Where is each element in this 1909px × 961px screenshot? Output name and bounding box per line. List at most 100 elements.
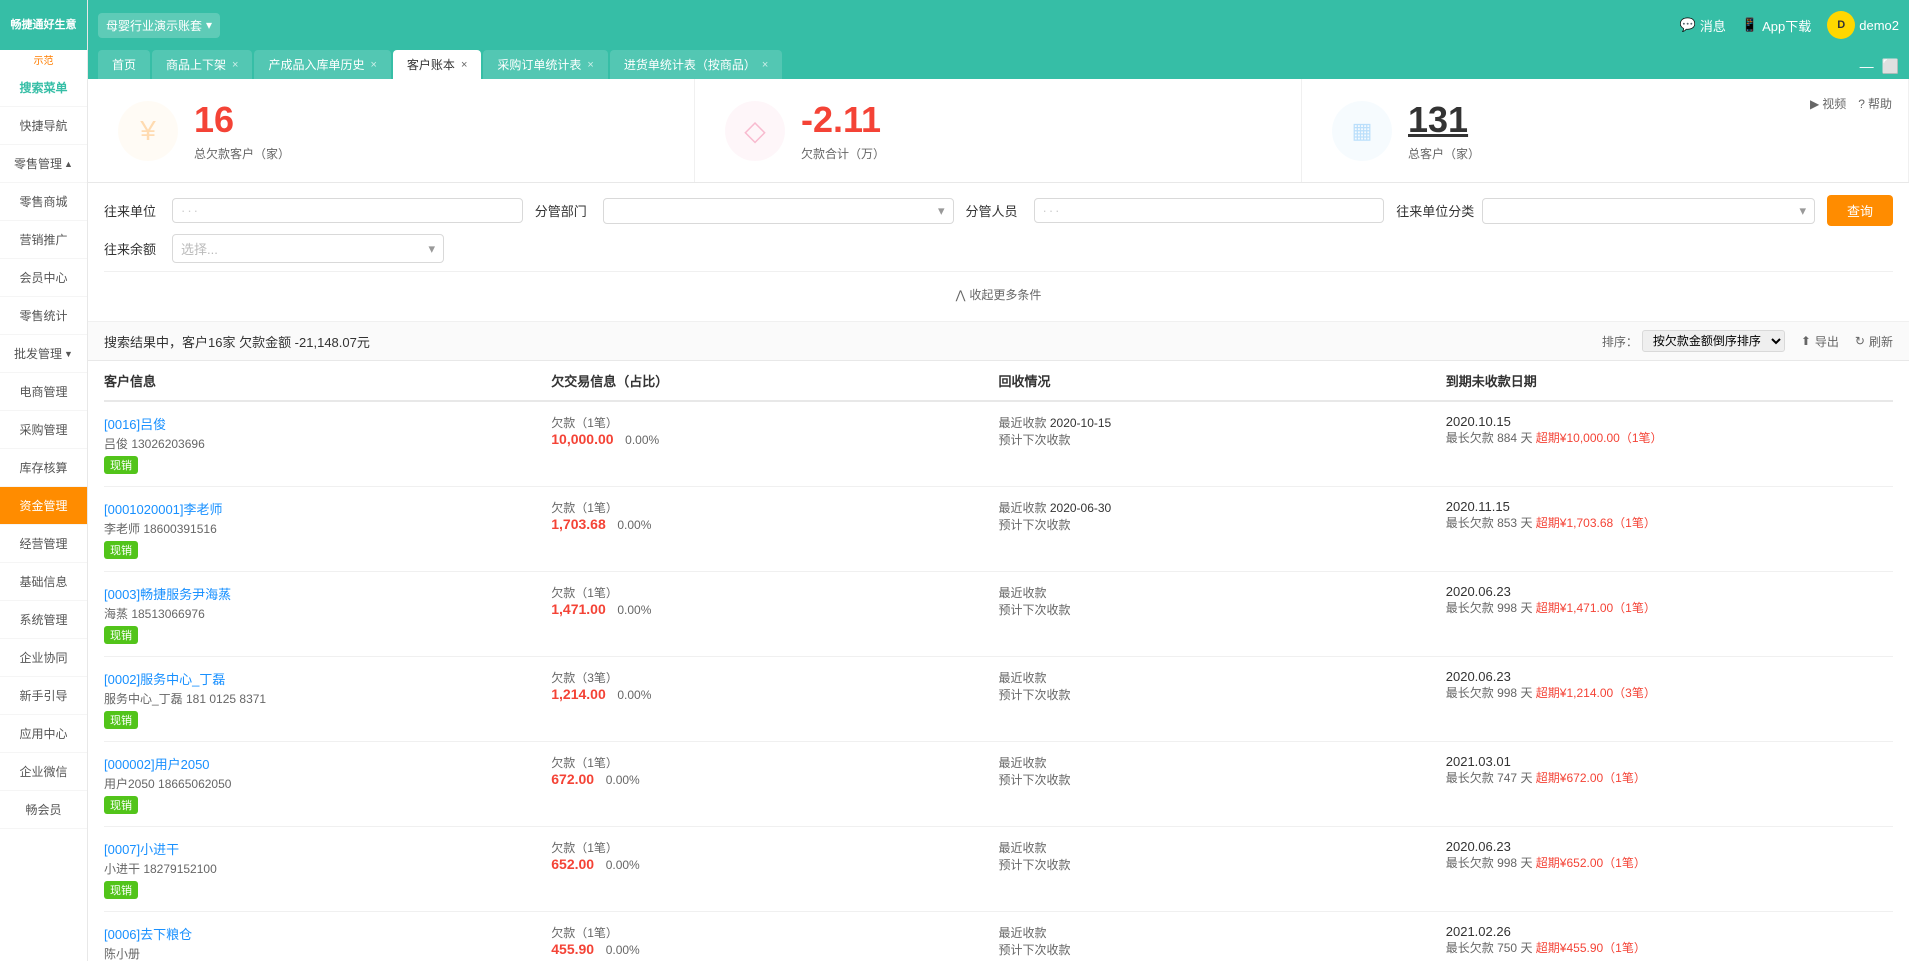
overdue-amount-link[interactable]: 超期¥1,471.00（1笔）	[1536, 601, 1656, 615]
filter-input-from-unit[interactable]: ···	[172, 198, 523, 223]
next-collect: 预计下次收款	[999, 431, 1434, 448]
tabs-maximize-btn[interactable]: ⬜	[1882, 58, 1899, 75]
filter-item-manager: 分管人员 ···	[966, 198, 1385, 223]
industry-arrow: ▾	[206, 18, 212, 32]
owe-total-icon: ◇	[744, 114, 766, 147]
sidebar-item-app-center[interactable]: 应用中心	[0, 715, 87, 753]
table-header: 客户信息 欠交易信息（占比） 回收情况 到期未收款日期	[104, 361, 1893, 402]
sidebar-item-operation[interactable]: 经营管理	[0, 525, 87, 563]
next-collect: 预计下次收款	[999, 686, 1434, 703]
industry-selector[interactable]: 母婴行业演示账套 ▾	[98, 13, 220, 38]
content-area: ¥ 16 总欠款客户（家） ◇ -2.11 欠款合计（万）	[88, 79, 1909, 961]
collect-info-cell: 最近收款 预计下次收款	[999, 924, 1446, 958]
filter-item-balance: 往来余额 选择... ▾	[104, 234, 444, 263]
query-button[interactable]: 查询	[1827, 195, 1893, 226]
tab-purchase-order-close[interactable]: ×	[587, 59, 593, 71]
customer-contact: 海蒸 18513066976	[104, 605, 539, 622]
due-date: 2021.03.01	[1446, 754, 1881, 769]
owe-label: 欠款（1笔）	[551, 754, 986, 771]
app-download-label: App下载	[1762, 16, 1811, 35]
owe-percent: 0.00%	[617, 518, 651, 532]
app-download-btn[interactable]: 📱 App下载	[1742, 16, 1811, 35]
sidebar-item-chang-member[interactable]: 畅会员	[0, 791, 87, 829]
due-date: 2020.11.15	[1446, 499, 1881, 514]
customer-badge: 现销	[104, 796, 138, 814]
stat-card-owe-customers: ¥ 16 总欠款客户（家）	[88, 79, 695, 182]
tab-customer-account-label: 客户账本	[407, 56, 455, 73]
sidebar-item-retail-mgmt[interactable]: 零售管理 ▲	[0, 145, 87, 183]
tabs-controls: — ⬜	[1860, 58, 1899, 79]
sidebar-item-marketing[interactable]: 营销推广	[0, 221, 87, 259]
customer-name-link[interactable]: [0001020001]李老师	[104, 499, 539, 518]
customer-name-link[interactable]: [000002]用户2050	[104, 754, 539, 773]
overdue-amount-link[interactable]: 超期¥10,000.00（1笔）	[1536, 431, 1663, 445]
tab-product-listing-close[interactable]: ×	[232, 59, 238, 71]
overdue-amount-link[interactable]: 超期¥652.00（1笔）	[1536, 856, 1646, 870]
customer-name-link[interactable]: [0003]畅捷服务尹海蒸	[104, 584, 539, 603]
tab-inventory-stats[interactable]: 进货单统计表（按商品） ×	[610, 50, 782, 79]
overdue-info: 最长欠款 853 天 超期¥1,703.68（1笔）	[1446, 514, 1881, 531]
sidebar-item-finance[interactable]: 资金管理	[0, 487, 87, 525]
customer-name-link[interactable]: [0016]吕俊	[104, 414, 539, 433]
refresh-btn[interactable]: ↻ 刷新	[1855, 333, 1893, 350]
sidebar-item-search-menu[interactable]: 搜索菜单	[0, 69, 87, 107]
tabs-bar: 首页 商品上下架 × 产成品入库单历史 × 客户账本 × 采购订单统计表 × 进…	[88, 50, 1909, 79]
sidebar-item-quick-nav[interactable]: 快捷导航	[0, 107, 87, 145]
tab-production-history[interactable]: 产成品入库单历史 ×	[254, 50, 390, 79]
video-icon: ▶	[1810, 97, 1819, 111]
tab-customer-account[interactable]: 客户账本 ×	[393, 50, 481, 79]
due-date: 2021.02.26	[1446, 924, 1881, 939]
sidebar-item-enterprise-collab[interactable]: 企业协同	[0, 639, 87, 677]
customer-name-link[interactable]: [0002]服务中心_丁磊	[104, 669, 539, 688]
filter-dropdown-balance[interactable]: 选择... ▾	[172, 234, 444, 263]
sidebar-subtitle: 示范	[0, 50, 87, 69]
filter-dropdown-unit-category[interactable]: ▾	[1482, 198, 1815, 224]
filter-item-from-unit: 往来单位 ···	[104, 198, 523, 223]
sidebar-item-retail-stats[interactable]: 零售统计	[0, 297, 87, 335]
sidebar-item-basic-info[interactable]: 基础信息	[0, 563, 87, 601]
customer-contact: 小进干 18279152100	[104, 860, 539, 877]
overdue-amount-link[interactable]: 超期¥1,214.00（3笔）	[1536, 686, 1656, 700]
overdue-days: 最长欠款 853 天	[1446, 516, 1533, 530]
help-btn[interactable]: ?帮助	[1858, 95, 1892, 112]
tab-purchase-order[interactable]: 采购订单统计表 ×	[483, 50, 607, 79]
sidebar-item-enterprise-wechat[interactable]: 企业微信	[0, 753, 87, 791]
video-btn[interactable]: ▶视频	[1810, 95, 1846, 112]
sidebar-item-ecommerce[interactable]: 电商管理	[0, 373, 87, 411]
filter-label-balance: 往来余额	[104, 239, 164, 258]
sidebar-item-retail-mall[interactable]: 零售商城	[0, 183, 87, 221]
sidebar-item-purchase[interactable]: 采购管理	[0, 411, 87, 449]
sidebar-item-system[interactable]: 系统管理	[0, 601, 87, 639]
due-date: 2020.06.23	[1446, 839, 1881, 854]
collect-info-cell: 最近收款 预计下次收款	[999, 584, 1446, 618]
sidebar-item-inventory[interactable]: 库存核算	[0, 449, 87, 487]
tab-home[interactable]: 首页	[98, 50, 150, 79]
customer-name-link[interactable]: [0006]去下粮仓	[104, 924, 539, 943]
collapse-btn[interactable]: ⋀ 收起更多条件	[104, 280, 1893, 309]
customer-info-cell: [000002]用户2050 用户2050 18665062050 现销	[104, 754, 551, 814]
owe-amount: 1,214.00	[551, 686, 606, 702]
due-info-cell: 2020.06.23 最长欠款 998 天 超期¥1,471.00（1笔）	[1446, 584, 1893, 616]
message-btn[interactable]: 💬 消息	[1680, 16, 1726, 35]
owe-info-cell: 欠款（1笔） 652.00 0.00%	[551, 839, 998, 872]
sort-select[interactable]: 按欠款金额倒序排序	[1642, 330, 1785, 352]
tab-customer-account-close[interactable]: ×	[461, 59, 467, 71]
tabs-minimize-btn[interactable]: —	[1860, 58, 1874, 75]
overdue-amount-link[interactable]: 超期¥1,703.68（1笔）	[1536, 516, 1656, 530]
filter-input-manager[interactable]: ···	[1034, 198, 1385, 223]
stat-label-total-customers: 总客户（家）	[1408, 145, 1480, 162]
overdue-amount-link[interactable]: 超期¥455.90（1笔）	[1536, 941, 1646, 955]
owe-info-cell: 欠款（3笔） 1,214.00 0.00%	[551, 669, 998, 702]
filter-dropdown-dept[interactable]: ▾	[603, 198, 954, 224]
sidebar-item-batch-mgmt[interactable]: 批发管理 ▼	[0, 335, 87, 373]
export-btn[interactable]: ⬆ 导出	[1801, 333, 1839, 350]
tab-inventory-stats-close[interactable]: ×	[762, 59, 768, 71]
stat-card-owe-total: ◇ -2.11 欠款合计（万）	[695, 79, 1302, 182]
overdue-amount-link[interactable]: 超期¥672.00（1笔）	[1536, 771, 1646, 785]
tab-production-history-close[interactable]: ×	[370, 59, 376, 71]
sidebar-item-member[interactable]: 会员中心	[0, 259, 87, 297]
customer-name-link[interactable]: [0007]小进干	[104, 839, 539, 858]
tab-product-listing[interactable]: 商品上下架 ×	[152, 50, 252, 79]
user-profile-btn[interactable]: D demo2	[1827, 11, 1899, 39]
sidebar-item-newbie[interactable]: 新手引导	[0, 677, 87, 715]
